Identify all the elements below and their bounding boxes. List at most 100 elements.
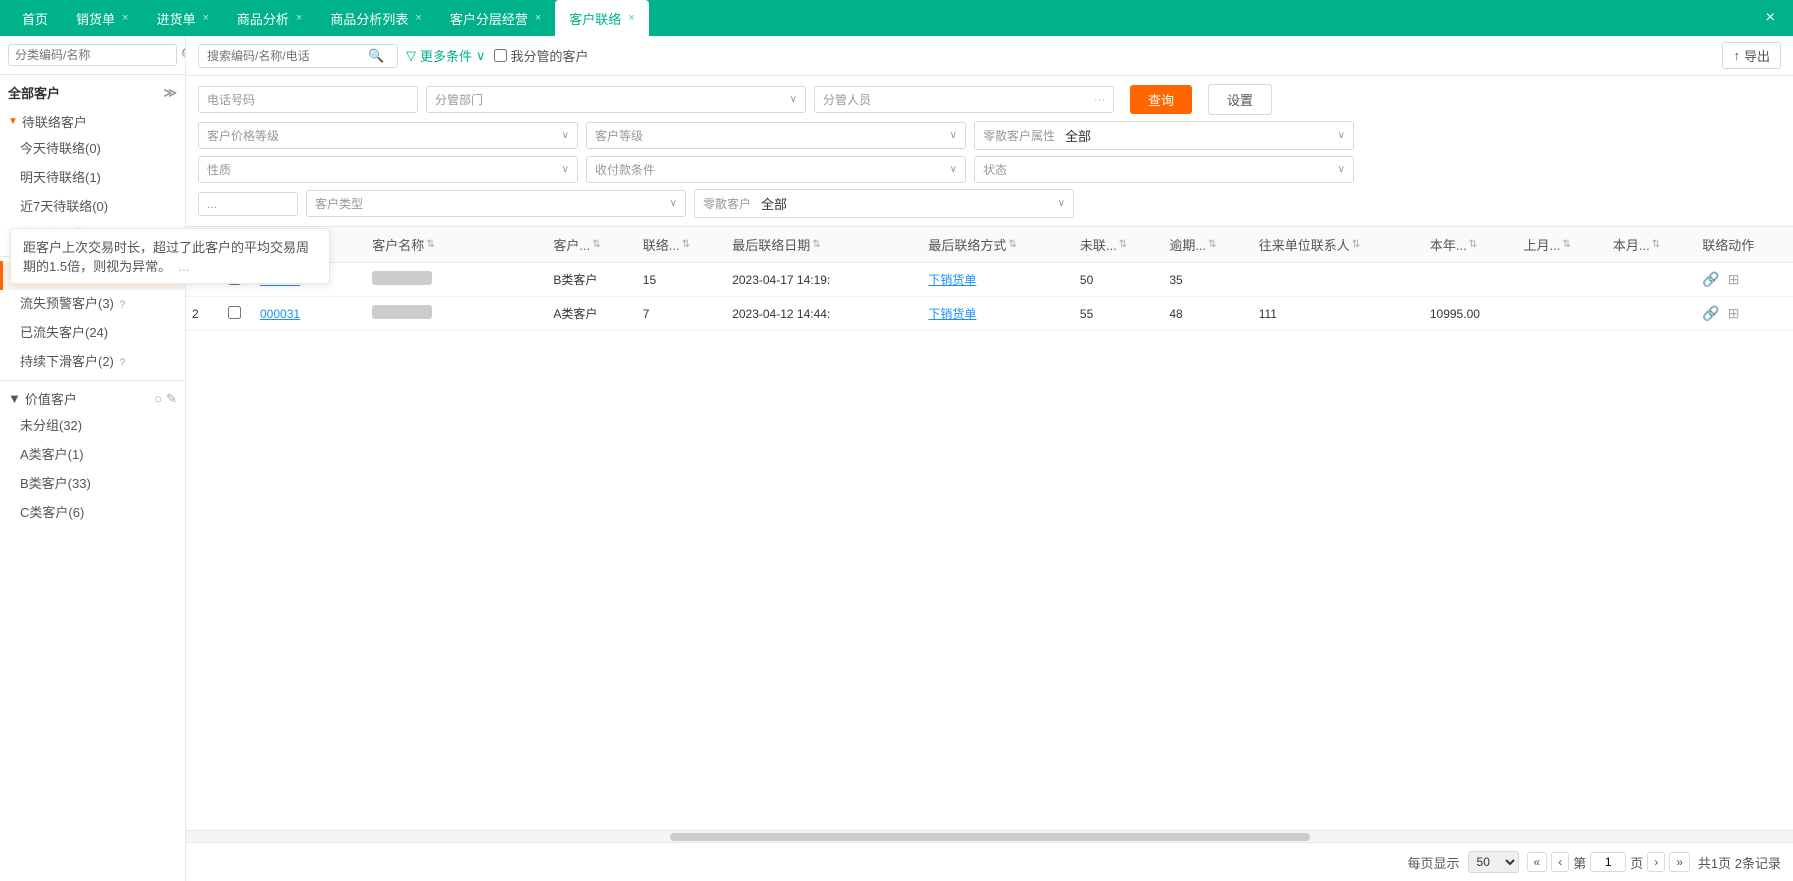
triangle-icon: ▼ [8, 116, 18, 127]
value-triangle-icon: ▼ [8, 391, 21, 406]
sidebar-c-customers[interactable]: C类客户(6) [0, 499, 185, 528]
row1-grid-icon[interactable]: ⊞ [1728, 271, 1740, 288]
collapse-icon[interactable]: ≫ [163, 85, 177, 101]
row1-last-date: 2023-04-17 14:19: [726, 263, 922, 297]
sort-name-icon: ⇅ [426, 239, 434, 250]
table-row: 2 000031 A类客户 7 2023-04-12 14:44: 下销货单 5… [186, 297, 1793, 331]
value-edit-icon[interactable]: ✎ [166, 391, 177, 407]
row2-last-month [1518, 297, 1607, 331]
settings-button[interactable]: 设置 [1208, 84, 1272, 115]
prev-page-button[interactable]: ‹ [1551, 852, 1569, 872]
payment-caret: ∨ [950, 164, 957, 175]
col-overdue[interactable]: 逾期... ⇅ [1163, 227, 1252, 263]
row1-name-blurred [372, 271, 432, 285]
nav-purchase-order-close[interactable]: × [202, 12, 208, 24]
row1-link-icon[interactable]: 🔗 [1702, 271, 1719, 288]
manager-dots[interactable]: ··· [1094, 94, 1105, 106]
row2-link-icon[interactable]: 🔗 [1702, 305, 1719, 322]
row2-select[interactable] [228, 306, 241, 319]
row2-last-method[interactable]: 下销货单 [922, 297, 1074, 331]
my-customers-checkbox[interactable]: 我分管的客户 [494, 46, 589, 65]
status-filter[interactable]: 状态 ∨ [974, 156, 1354, 183]
col-this-year[interactable]: 本年... ⇅ [1424, 227, 1518, 263]
nav-sales-order[interactable]: 销货单 × [62, 0, 142, 36]
scrollbar-thumb[interactable] [670, 833, 1310, 841]
row1-uncontacted: 50 [1074, 263, 1163, 297]
row2-contact-count: 7 [637, 297, 726, 331]
manager-filter[interactable]: 分管人员 ··· [814, 86, 1114, 113]
page-size-select[interactable]: 50 20 100 [1468, 851, 1519, 873]
tooltip-more-icon[interactable]: ... [178, 259, 189, 274]
global-close-button[interactable]: × [1756, 9, 1785, 27]
price-level-filter[interactable]: 客户价格等级 ∨ [198, 122, 578, 149]
col-last-month[interactable]: 上月... ⇅ [1518, 227, 1607, 263]
sidebar-already-lost[interactable]: 已流失客户(24) [0, 319, 185, 348]
next-page-button[interactable]: › [1647, 852, 1665, 872]
nav-product-analysis-close[interactable]: × [296, 12, 302, 24]
col-last-contact-method[interactable]: 最后联络方式 ⇅ [922, 227, 1074, 263]
col-name[interactable]: 客户名称 ⇅ [366, 227, 547, 263]
customer-type-filter[interactable]: 客户类型 ∨ [306, 190, 686, 217]
value-circle-icon[interactable]: ○ [154, 391, 162, 407]
sidebar-search-input[interactable] [8, 44, 177, 66]
first-page-button[interactable]: « [1527, 852, 1548, 872]
gender-filter[interactable]: 性质 ∨ [198, 156, 578, 183]
nav-product-analysis-list-close[interactable]: × [415, 12, 421, 24]
sidebar-tomorrow-pending[interactable]: 明天待联络(1) [0, 164, 185, 193]
sidebar-divider-2 [0, 380, 185, 381]
sidebar-lost-prediction[interactable]: 流失预警客户(3) ? [0, 290, 185, 319]
current-page-input[interactable] [1590, 852, 1626, 872]
nav-customer-segment-close[interactable]: × [535, 12, 541, 24]
sidebar-b-customers[interactable]: B类客户(33) [0, 470, 185, 499]
nav-customer-contact-close[interactable]: × [628, 12, 634, 24]
sidebar-pending-title[interactable]: ▼ 待联络客户 [0, 108, 185, 135]
row2-checkbox[interactable] [222, 297, 254, 331]
export-button[interactable]: ↑ 导出 [1722, 42, 1781, 69]
horizontal-scrollbar[interactable] [186, 830, 1793, 842]
col-related-contacts[interactable]: 往来单位联系人 ⇅ [1253, 227, 1424, 263]
nav-customer-segment[interactable]: 客户分层经营 × [436, 0, 555, 36]
value-icons: ○ ✎ [154, 391, 177, 407]
sort-related-icon: ⇅ [1352, 239, 1360, 250]
search-icon[interactable]: 🔍 [368, 48, 384, 64]
search-input[interactable] [207, 49, 362, 63]
continuous-down-info-icon[interactable]: ? [119, 357, 125, 369]
col-customer-level[interactable]: 客户... ⇅ [547, 227, 636, 263]
payment-filter[interactable]: 收付款条件 ∨ [586, 156, 966, 183]
query-button[interactable]: 查询 [1130, 85, 1192, 114]
my-customers-input[interactable] [494, 49, 507, 62]
col-contact-count[interactable]: 联络... ⇅ [637, 227, 726, 263]
row1-actions: 🔗 ⊞ [1696, 263, 1793, 297]
sidebar-today-pending[interactable]: 今天待联络(0) [0, 135, 185, 164]
col-last-contact-date[interactable]: 最后联络日期 ⇅ [726, 227, 922, 263]
phone-filter[interactable]: 电话号码 [198, 86, 418, 113]
lost-prediction-info-icon[interactable]: ? [119, 299, 125, 311]
dept-filter[interactable]: 分管部门 ∨ [426, 86, 806, 113]
last-page-button[interactable]: » [1669, 852, 1690, 872]
sidebar-a-customers[interactable]: A类客户(1) [0, 441, 185, 470]
dots-filter[interactable]: ... [198, 192, 298, 216]
row2-code[interactable]: 000031 [254, 297, 366, 331]
customer-level-filter[interactable]: 客户等级 ∨ [586, 122, 966, 149]
col-this-month[interactable]: 本月... ⇅ [1607, 227, 1696, 263]
more-conditions-button[interactable]: ▽ 更多条件 ∨ [406, 46, 486, 65]
sort-thismonth-icon: ⇅ [1652, 239, 1660, 250]
col-uncontacted[interactable]: 未联... ⇅ [1074, 227, 1163, 263]
row2-grid-icon[interactable]: ⊞ [1728, 305, 1740, 322]
retail-customer-filter[interactable]: 零散客户 全部 ∨ [694, 189, 1074, 218]
sidebar-ungroup[interactable]: 未分组(32) [0, 412, 185, 441]
nav-product-analysis[interactable]: 商品分析 × [223, 0, 316, 36]
nav-sales-order-close[interactable]: × [122, 12, 128, 24]
nav-home[interactable]: 首页 [8, 0, 62, 36]
sidebar-continuous-down[interactable]: 持续下滑客户(2) ? [0, 348, 185, 377]
sidebar-all-customers[interactable]: 全部客户 ≫ [0, 75, 185, 106]
top-navigation: 首页 销货单 × 进货单 × 商品分析 × 商品分析列表 × 客户分层经营 × … [0, 0, 1793, 36]
nav-product-analysis-list[interactable]: 商品分析列表 × [316, 0, 435, 36]
nav-customer-contact[interactable]: 客户联络 × [555, 0, 648, 36]
nav-purchase-order[interactable]: 进货单 × [142, 0, 222, 36]
row1-last-method[interactable]: 下销货单 [922, 263, 1074, 297]
sidebar-7days-pending[interactable]: 近7天待联络(0) [0, 193, 185, 222]
tooltip-box: 距客户上次交易时长，超过了此客户的平均交易周期的1.5倍，则视为异常。 ... [10, 228, 330, 284]
retail-attr-filter[interactable]: 零散客户属性 全部 ∨ [974, 121, 1354, 150]
sort-year-icon: ⇅ [1469, 239, 1477, 250]
